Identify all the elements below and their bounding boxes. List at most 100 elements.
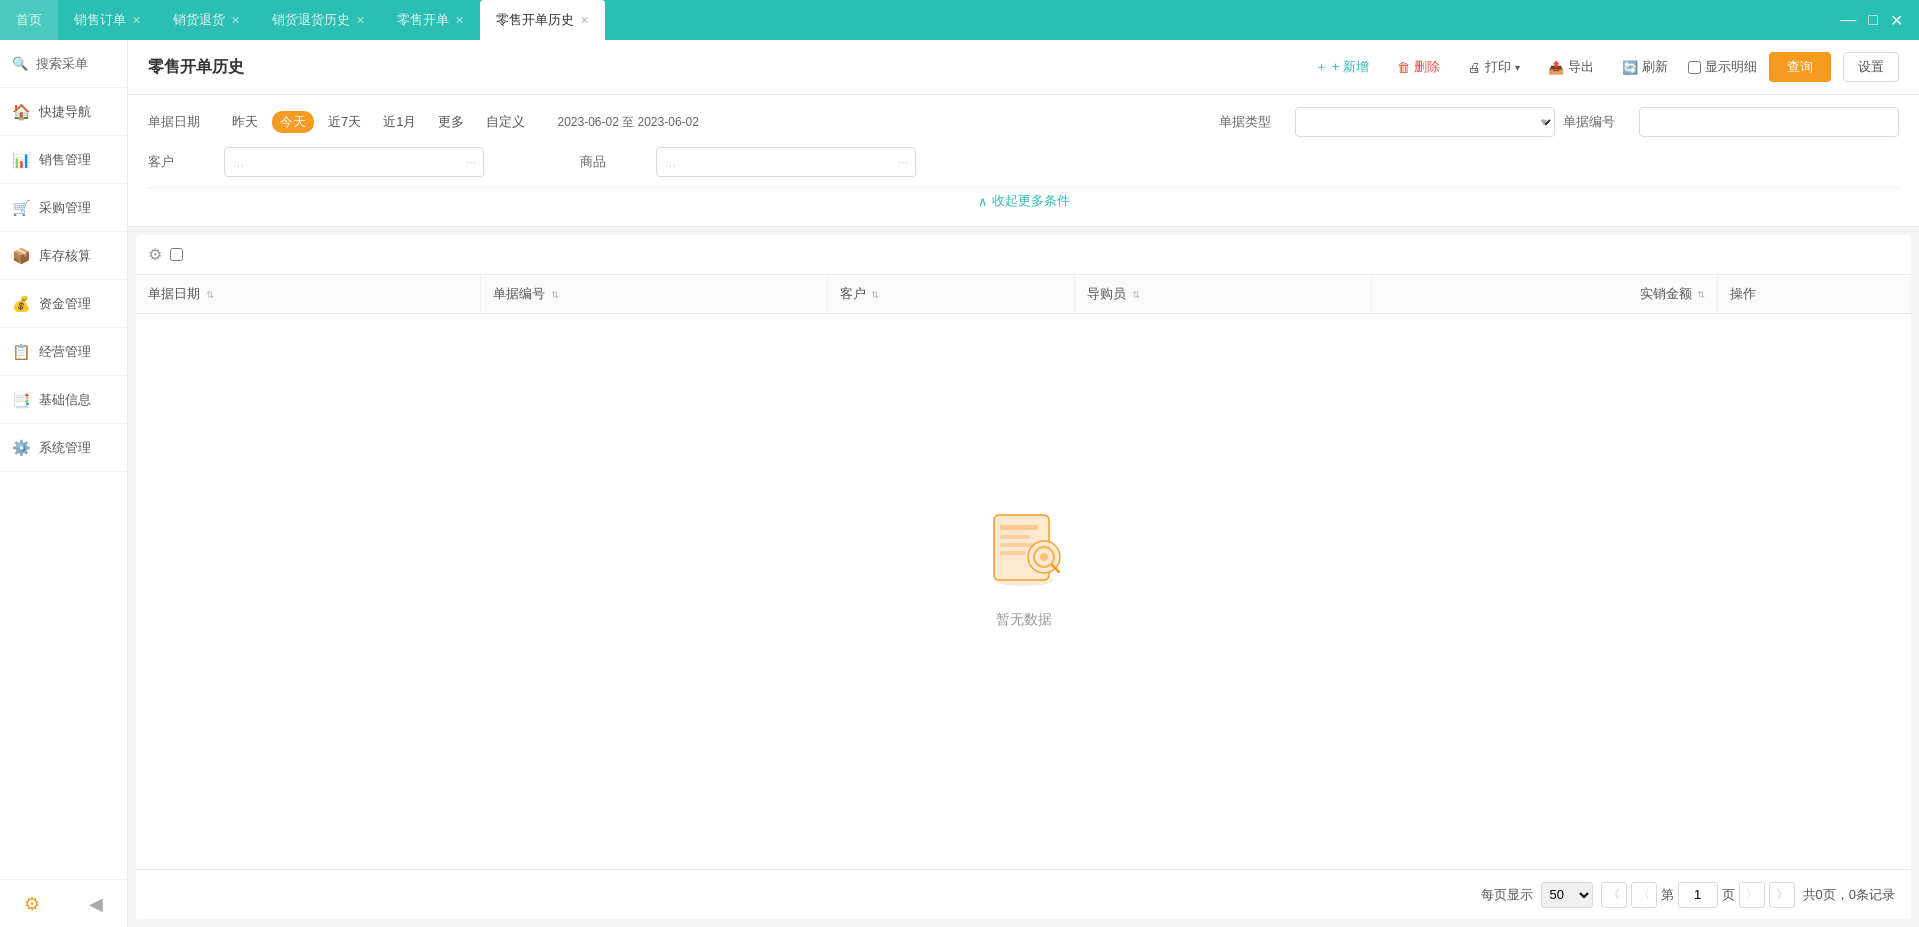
home-icon: 🏠	[12, 103, 31, 121]
tab-sales-return-history-close[interactable]: ✕	[356, 14, 365, 27]
page-label: 第	[1661, 886, 1674, 904]
refresh-button[interactable]: 🔄 刷新	[1614, 54, 1676, 80]
per-page-select[interactable]: 50 10 20 100	[1541, 882, 1593, 908]
add-button[interactable]: ＋ + 新增	[1307, 54, 1377, 80]
tab-sales-return-history-label: 销货退货历史	[272, 11, 350, 29]
tab-sales-return-close[interactable]: ✕	[231, 14, 240, 27]
minimize-btn[interactable]: —	[1840, 11, 1856, 29]
close-btn[interactable]: ✕	[1890, 11, 1903, 30]
table-header-row: 单据日期 ⇅ 单据编号 ⇅ 客户 ⇅ 导购员 ⇅	[136, 275, 1911, 314]
date-opt-today[interactable]: 今天	[272, 111, 314, 133]
sidebar-item-operations-label: 经营管理	[39, 343, 91, 361]
sidebar-item-operations[interactable]: 📋 经营管理	[0, 328, 127, 376]
customer-input[interactable]	[224, 147, 484, 177]
date-opt-more[interactable]: 更多	[430, 111, 472, 133]
date-filter-label: 单据日期	[148, 113, 208, 131]
toolbar: ＋ + 新增 🗑 删除 🖨 打印 ▾ 📤 导出 🔄	[1307, 52, 1899, 82]
tab-retail-open-history[interactable]: 零售开单历史 ✕	[480, 0, 605, 40]
svg-rect-4	[1000, 543, 1034, 547]
customer-label: 客户	[148, 153, 208, 171]
col-guide-sort[interactable]: ⇅	[1132, 289, 1140, 300]
tab-sales-order-close[interactable]: ✕	[132, 14, 141, 27]
next-page-btn[interactable]: 〉	[1739, 882, 1765, 908]
sidebar-item-system[interactable]: ⚙️ 系统管理	[0, 424, 127, 472]
date-opt-last-month[interactable]: 近1月	[375, 111, 424, 133]
tab-retail-open[interactable]: 零售开单 ✕	[381, 0, 480, 40]
delete-button[interactable]: 🗑 删除	[1389, 54, 1448, 80]
col-no[interactable]: 单据编号 ⇅	[481, 275, 828, 314]
display-cols-toggle[interactable]: 显示明细	[1688, 58, 1757, 76]
sidebar-item-quick-nav[interactable]: 🏠 快捷导航	[0, 88, 127, 136]
last-page-btn[interactable]: 》	[1769, 882, 1795, 908]
collapse-filter-btn[interactable]: ∧ 收起更多条件	[148, 187, 1899, 214]
tab-retail-open-close[interactable]: ✕	[455, 14, 464, 27]
col-customer-sort[interactable]: ⇅	[871, 289, 879, 300]
print-button[interactable]: 🖨 打印 ▾	[1460, 54, 1528, 80]
export-button[interactable]: 📤 导出	[1540, 54, 1602, 80]
per-page-label: 每页显示	[1481, 886, 1533, 904]
col-date-sort[interactable]: ⇅	[206, 289, 214, 300]
table-settings-icon[interactable]: ⚙	[148, 245, 162, 264]
col-guide[interactable]: 导购员 ⇅	[1074, 275, 1371, 314]
tab-sales-return-history[interactable]: 销货退货历史 ✕	[256, 0, 381, 40]
col-customer[interactable]: 客户 ⇅	[827, 275, 1074, 314]
sidebar-item-purchase-mgmt[interactable]: 🛒 采购管理	[0, 184, 127, 232]
filter-row-1: 单据日期 昨天 今天 近7天 近1月 更多 自定义 2023-06-02 至 2…	[148, 107, 1899, 137]
goods-input-dots: ···	[898, 155, 908, 169]
col-amount[interactable]: 实销金额 ⇅	[1371, 275, 1718, 314]
page-header: 零售开单历史 ＋ + 新增 🗑 删除 🖨 打印 ▾ 📤 导出	[128, 40, 1919, 95]
date-opt-last7[interactable]: 近7天	[320, 111, 369, 133]
first-page-btn[interactable]: 《	[1601, 882, 1627, 908]
col-amount-sort[interactable]: ⇅	[1697, 289, 1705, 300]
page-input[interactable]	[1678, 882, 1718, 908]
col-date[interactable]: 单据日期 ⇅	[136, 275, 481, 314]
main-layout: 🔍 搜索采单 🏠 快捷导航 📊 销售管理 🛒 采购管理 📦 库存核算 💰 资金管…	[0, 40, 1919, 927]
settings-button[interactable]: 设置	[1843, 52, 1899, 82]
print-icon: 🖨	[1468, 60, 1481, 75]
empty-state: 暂无数据	[136, 314, 1911, 869]
sidebar-item-finance-label: 资金管理	[39, 295, 91, 313]
sidebar-item-sales-mgmt[interactable]: 📊 销售管理	[0, 136, 127, 184]
maximize-btn[interactable]: □	[1868, 11, 1878, 29]
purchase-icon: 🛒	[12, 199, 31, 217]
sidebar-item-basic-info[interactable]: 📑 基础信息	[0, 376, 127, 424]
svg-rect-2	[1000, 525, 1038, 530]
tab-sales-order[interactable]: 销售订单 ✕	[58, 0, 157, 40]
system-icon: ⚙️	[12, 439, 31, 457]
export-label: 导出	[1568, 58, 1594, 76]
sidebar-collapse-icon[interactable]: ◀	[89, 893, 103, 915]
search-icon: 🔍	[12, 56, 28, 71]
sidebar-item-inventory-label: 库存核算	[39, 247, 91, 265]
sidebar-item-finance[interactable]: 💰 资金管理	[0, 280, 127, 328]
tab-retail-open-history-close[interactable]: ✕	[580, 14, 589, 27]
inventory-icon: 📦	[12, 247, 31, 265]
display-cols-checkbox[interactable]	[1688, 61, 1701, 74]
tab-sales-return-label: 销货退货	[173, 11, 225, 29]
col-no-sort[interactable]: ⇅	[551, 289, 559, 300]
date-options: 昨天 今天 近7天 近1月 更多 自定义	[224, 111, 533, 133]
sidebar-search[interactable]: 🔍 搜索采单	[0, 40, 127, 88]
query-button[interactable]: 查询	[1769, 52, 1831, 82]
content: 零售开单历史 ＋ + 新增 🗑 删除 🖨 打印 ▾ 📤 导出	[128, 40, 1919, 927]
select-all-checkbox[interactable]	[170, 248, 183, 261]
collapse-label: 收起更多条件	[992, 192, 1070, 210]
goods-input[interactable]	[656, 147, 916, 177]
data-table: 单据日期 ⇅ 单据编号 ⇅ 客户 ⇅ 导购员 ⇅	[136, 275, 1911, 314]
tab-home[interactable]: 首页	[0, 0, 58, 40]
tab-sales-return[interactable]: 销货退货 ✕	[157, 0, 256, 40]
sales-icon: 📊	[12, 151, 31, 169]
sidebar-item-sales-mgmt-label: 销售管理	[39, 151, 91, 169]
col-action: 操作	[1718, 275, 1911, 314]
date-opt-yesterday[interactable]: 昨天	[224, 111, 266, 133]
date-opt-custom[interactable]: 自定义	[478, 111, 533, 133]
basic-info-icon: 📑	[12, 391, 31, 409]
tab-retail-open-label: 零售开单	[397, 11, 449, 29]
prev-page-btn[interactable]: 〈	[1631, 882, 1657, 908]
doc-type-label: 单据类型	[1219, 113, 1279, 131]
doc-no-input[interactable]	[1639, 107, 1899, 137]
sidebar-settings-icon[interactable]: ⚙	[24, 893, 40, 915]
doc-type-select[interactable]	[1295, 107, 1555, 137]
sidebar-item-inventory[interactable]: 📦 库存核算	[0, 232, 127, 280]
col-action-label: 操作	[1730, 286, 1756, 301]
svg-rect-5	[1000, 551, 1026, 555]
